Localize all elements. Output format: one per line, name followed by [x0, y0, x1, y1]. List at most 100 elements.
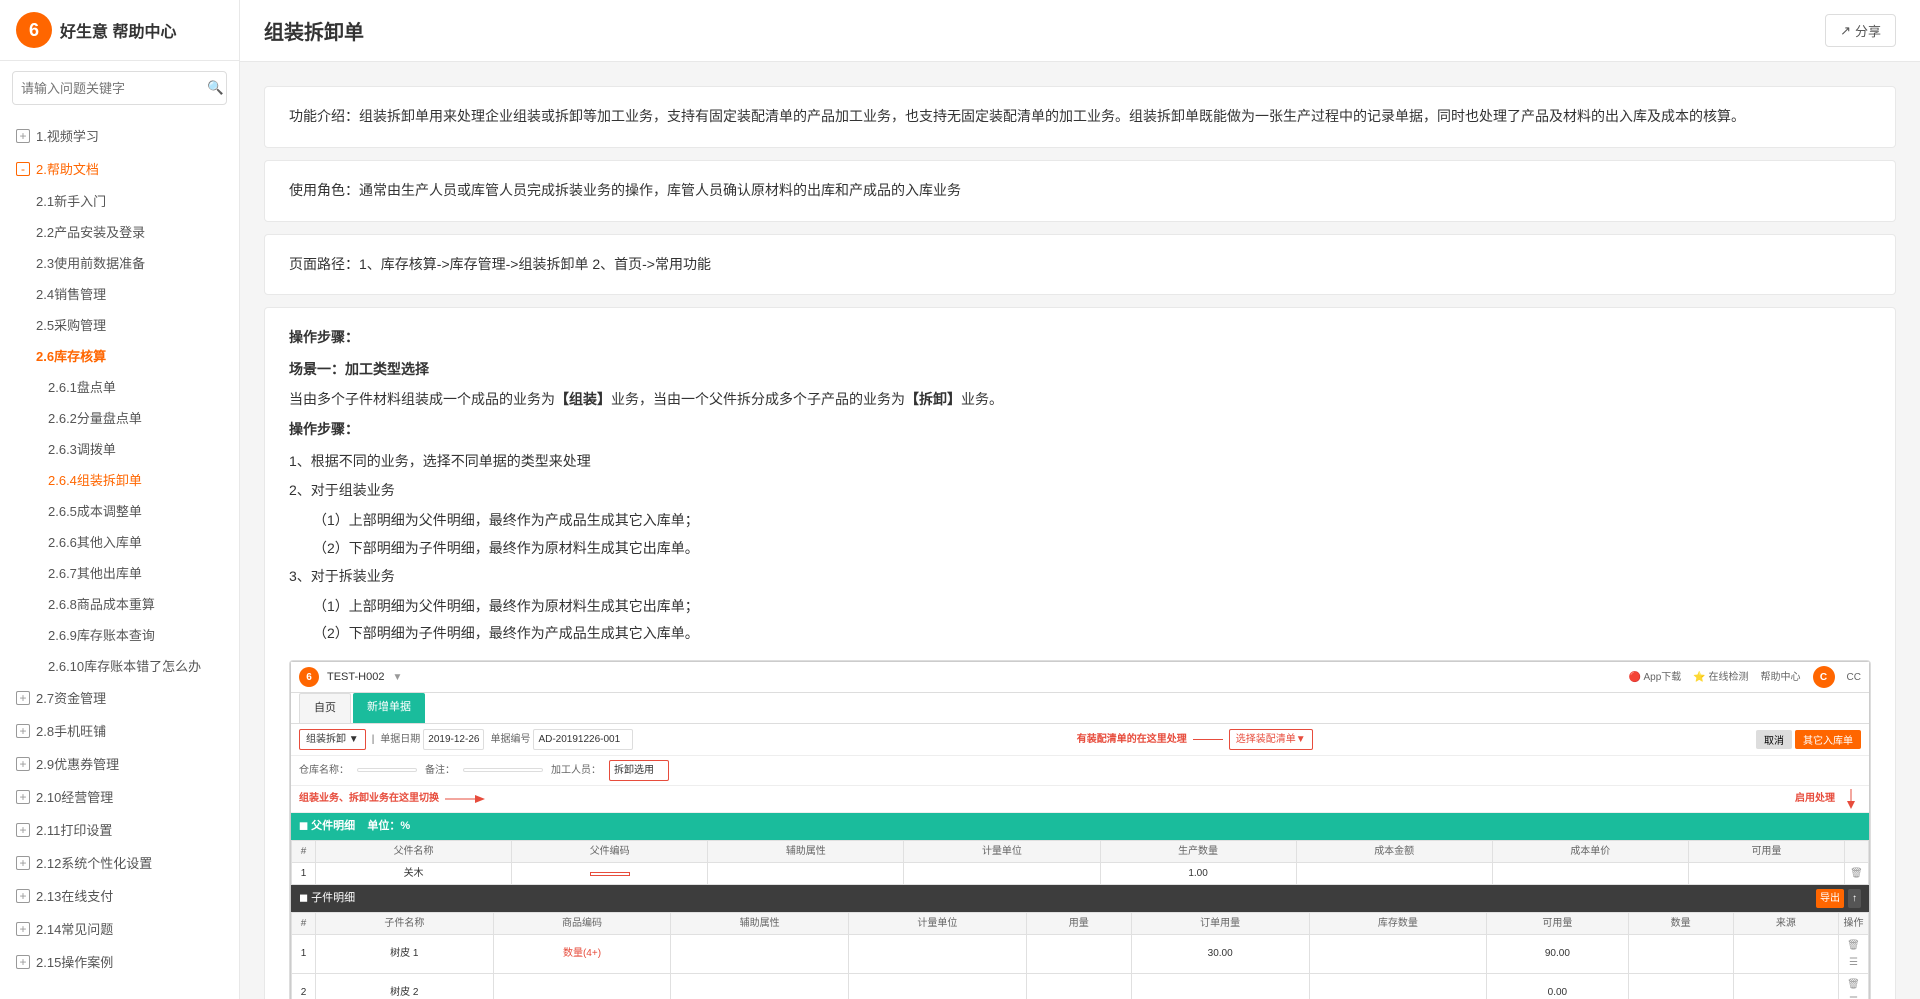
intro-card: 功能介绍：组装拆卸单用来处理企业组装或拆卸等加工业务，支持有固定装配清单的产品加… [264, 86, 1896, 148]
sidebar-sub2-label: 2.6.9库存账本查询 [48, 625, 155, 644]
sidebar-item-purchase[interactable]: 2.5采购管理 [0, 309, 239, 340]
expand-icon: + [16, 790, 30, 804]
sidebar-item-finance[interactable]: + 2.7资金管理 [0, 681, 239, 714]
role-intro: 使用角色：通常由生产人员或库管人员完成拆装业务的操作，库管人员确认原材料的出库和… [289, 179, 1871, 203]
sidebar-item-2-6-8[interactable]: 2.6.8商品成本重算 [0, 588, 239, 619]
mock-topbar: 6 TEST-H002 ▼ 🔴 App下载 ⭐ 在线检测 帮助中心 C CC [291, 662, 1869, 693]
sidebar-sub2-label: 2.6.7其他出库单 [48, 563, 142, 582]
mock-cancel-btn[interactable]: 取消 [1756, 730, 1792, 749]
operation-card: 操作步骤： 场景一：加工类型选择 当由多个子件材料组装成一个成品的业务为【组装】… [264, 307, 1896, 999]
sidebar-item-label: 2.9优惠券管理 [36, 754, 119, 773]
sidebar-sub2-label: 2.6.3调拨单 [48, 439, 116, 458]
sidebar-item-coupon[interactable]: + 2.9优惠券管理 [0, 747, 239, 780]
function-intro: 功能介绍：组装拆卸单用来处理企业组装或拆卸等加工业务，支持有固定装配清单的产品加… [289, 105, 1871, 129]
app-title: 好生意 帮助中心 [60, 18, 176, 42]
mock-parent-table: # 父件名称 父件编码 辅助属性 计量单位 生产数量 成本金额 成本单价 可用量 [291, 840, 1869, 885]
step1: 1、根据不同的业务，选择不同单据的类型来处理 [289, 450, 1871, 474]
sidebar-item-cases[interactable]: + 2.15操作案例 [0, 945, 239, 978]
sidebar-item-ops[interactable]: + 2.10经营管理 [0, 780, 239, 813]
sidebar-item-2-6-1[interactable]: 2.6.1盘点单 [0, 371, 239, 402]
sidebar-item-2-6-9[interactable]: 2.6.9库存账本查询 [0, 619, 239, 650]
expand-icon: + [16, 757, 30, 771]
share-button[interactable]: ↗ 分享 [1825, 14, 1896, 47]
expand-icon: + [16, 691, 30, 705]
search-input[interactable] [13, 75, 205, 102]
sidebar-item-2-6-4[interactable]: 2.6.4组装拆卸单 [0, 464, 239, 495]
sidebar-item-faq[interactable]: + 2.14常见问题 [0, 912, 239, 945]
role-card: 使用角色：通常由生产人员或库管人员完成拆装业务的操作，库管人员确认原材料的出库和… [264, 160, 1896, 222]
step2: 2、对于组装业务 [289, 479, 1871, 503]
expand-icon: + [16, 856, 30, 870]
logo-icon: 6 [16, 12, 52, 48]
sidebar: 6 好生意 帮助中心 🔍 + 1.视频学习 - 2.帮助文档 2.1新手入门 2… [0, 0, 240, 999]
sidebar-item-data-prep[interactable]: 2.3使用前数据准备 [0, 247, 239, 278]
sidebar-item-help-doc[interactable]: - 2.帮助文档 [0, 152, 239, 185]
page-title: 组装拆卸单 [264, 16, 364, 45]
share-label: 分享 [1855, 21, 1881, 40]
expand-icon: + [16, 889, 30, 903]
step2-2: （2）下部明细为子件明细，最终作为原材料生成其它出库单。 [313, 537, 1871, 561]
sidebar-item-label: 2.帮助文档 [36, 159, 99, 178]
step3-1: （1）上部明细为父件明细，最终作为原材料生成其它出库单； [313, 595, 1871, 619]
sidebar-item-sales[interactable]: 2.4销售管理 [0, 278, 239, 309]
share-icon: ↗ [1840, 23, 1851, 39]
mock-save-btn[interactable]: 其它入库单 [1795, 730, 1861, 749]
expand-icon: + [16, 129, 30, 143]
sidebar-item-payment[interactable]: + 2.13在线支付 [0, 879, 239, 912]
sidebar-item-label: 2.10经营管理 [36, 787, 113, 806]
expand-icon: + [16, 955, 30, 969]
sidebar-item-2-6-2[interactable]: 2.6.2分量盘点单 [0, 402, 239, 433]
arrow-annotation3-icon [1841, 789, 1861, 809]
mock-child-table: # 子件名称 商品编码 辅助属性 计量单位 用量 订单用量 库存数量 可用量 [291, 912, 1869, 999]
sidebar-item-2-6-5[interactable]: 2.6.5成本调整单 [0, 495, 239, 526]
sidebar-sub-label: 2.3使用前数据准备 [36, 253, 145, 272]
search-button[interactable]: 🔍 [205, 72, 226, 104]
sidebar-header: 6 好生意 帮助中心 [0, 0, 239, 61]
sidebar-item-new-user[interactable]: 2.1新手入门 [0, 185, 239, 216]
path-card: 页面路径：1、库存核算->库存管理->组装拆卸单 2、首页->常用功能 [264, 234, 1896, 296]
search-bar[interactable]: 🔍 [12, 71, 227, 105]
sidebar-item-label: 2.15操作案例 [36, 952, 113, 971]
sidebar-item-print[interactable]: + 2.11打印设置 [0, 813, 239, 846]
sidebar-item-label: 1.视频学习 [36, 126, 99, 145]
sidebar-sub2-label: 2.6.6其他入库单 [48, 532, 142, 551]
main-content: 组装拆卸单 ↗ 分享 功能介绍：组装拆卸单用来处理企业组装或拆卸等加工业务，支持… [240, 0, 1920, 999]
mock-docno: AD-20191226-001 [533, 729, 633, 750]
mock-export-btn[interactable]: 导出 [1816, 889, 1844, 908]
mock-import-btn[interactable]: ↑ [1848, 889, 1861, 908]
sidebar-item-label: 2.12系统个性化设置 [36, 853, 152, 872]
sidebar-item-inventory[interactable]: 2.6库存核算 [0, 340, 239, 371]
sidebar-sub2-label: 2.6.1盘点单 [48, 377, 116, 396]
expand-icon: + [16, 724, 30, 738]
main-header: 组装拆卸单 ↗ 分享 [240, 0, 1920, 62]
sidebar-sub-label: 2.4销售管理 [36, 284, 106, 303]
sidebar-item-label: 2.8手机旺铺 [36, 721, 106, 740]
sidebar-item-settings[interactable]: + 2.12系统个性化设置 [0, 846, 239, 879]
sidebar-item-2-6-7[interactable]: 2.6.7其他出库单 [0, 557, 239, 588]
sidebar-item-2-6-6[interactable]: 2.6.6其他入库单 [0, 526, 239, 557]
sidebar-sub2-label: 2.6.4组装拆卸单 [48, 470, 142, 489]
sidebar-sub2-label: 2.6.5成本调整单 [48, 501, 142, 520]
sidebar-sub-label: 2.2产品安装及登录 [36, 222, 145, 241]
nav-section: + 1.视频学习 - 2.帮助文档 2.1新手入门 2.2产品安装及登录 2.3… [0, 115, 239, 982]
sidebar-item-2-6-3[interactable]: 2.6.3调拨单 [0, 433, 239, 464]
step3-2: （2）下部明细为子件明细，最终作为产成品生成其它入库单。 [313, 622, 1871, 646]
sidebar-sub-label: 2.6库存核算 [36, 346, 106, 365]
scene1-title: 场景一：加工类型选择 [289, 358, 1871, 382]
sidebar-item-label: 2.7资金管理 [36, 688, 106, 707]
sidebar-sub-label: 2.1新手入门 [36, 191, 106, 210]
sidebar-item-label: 2.14常见问题 [36, 919, 113, 938]
mock-logo: 6 [299, 667, 319, 687]
sidebar-item-install[interactable]: 2.2产品安装及登录 [0, 216, 239, 247]
sidebar-item-mobile[interactable]: + 2.8手机旺铺 [0, 714, 239, 747]
steps-title: 操作步骤： [289, 418, 1871, 442]
expand-icon: + [16, 922, 30, 936]
operation-title: 操作步骤： [289, 326, 1871, 350]
sidebar-item-2-6-10[interactable]: 2.6.10库存账本错了怎么办 [0, 650, 239, 681]
sidebar-item-video[interactable]: + 1.视频学习 [0, 119, 239, 152]
sidebar-sub-label: 2.5采购管理 [36, 315, 106, 334]
mock-app: 6 TEST-H002 ▼ 🔴 App下载 ⭐ 在线检测 帮助中心 C CC 自… [290, 661, 1870, 999]
path-intro: 页面路径：1、库存核算->库存管理->组装拆卸单 2、首页->常用功能 [289, 253, 1871, 277]
mock-parent-section: ◼ 父件明细 单位：% [291, 813, 1869, 840]
sidebar-sub2-label: 2.6.8商品成本重算 [48, 594, 155, 613]
